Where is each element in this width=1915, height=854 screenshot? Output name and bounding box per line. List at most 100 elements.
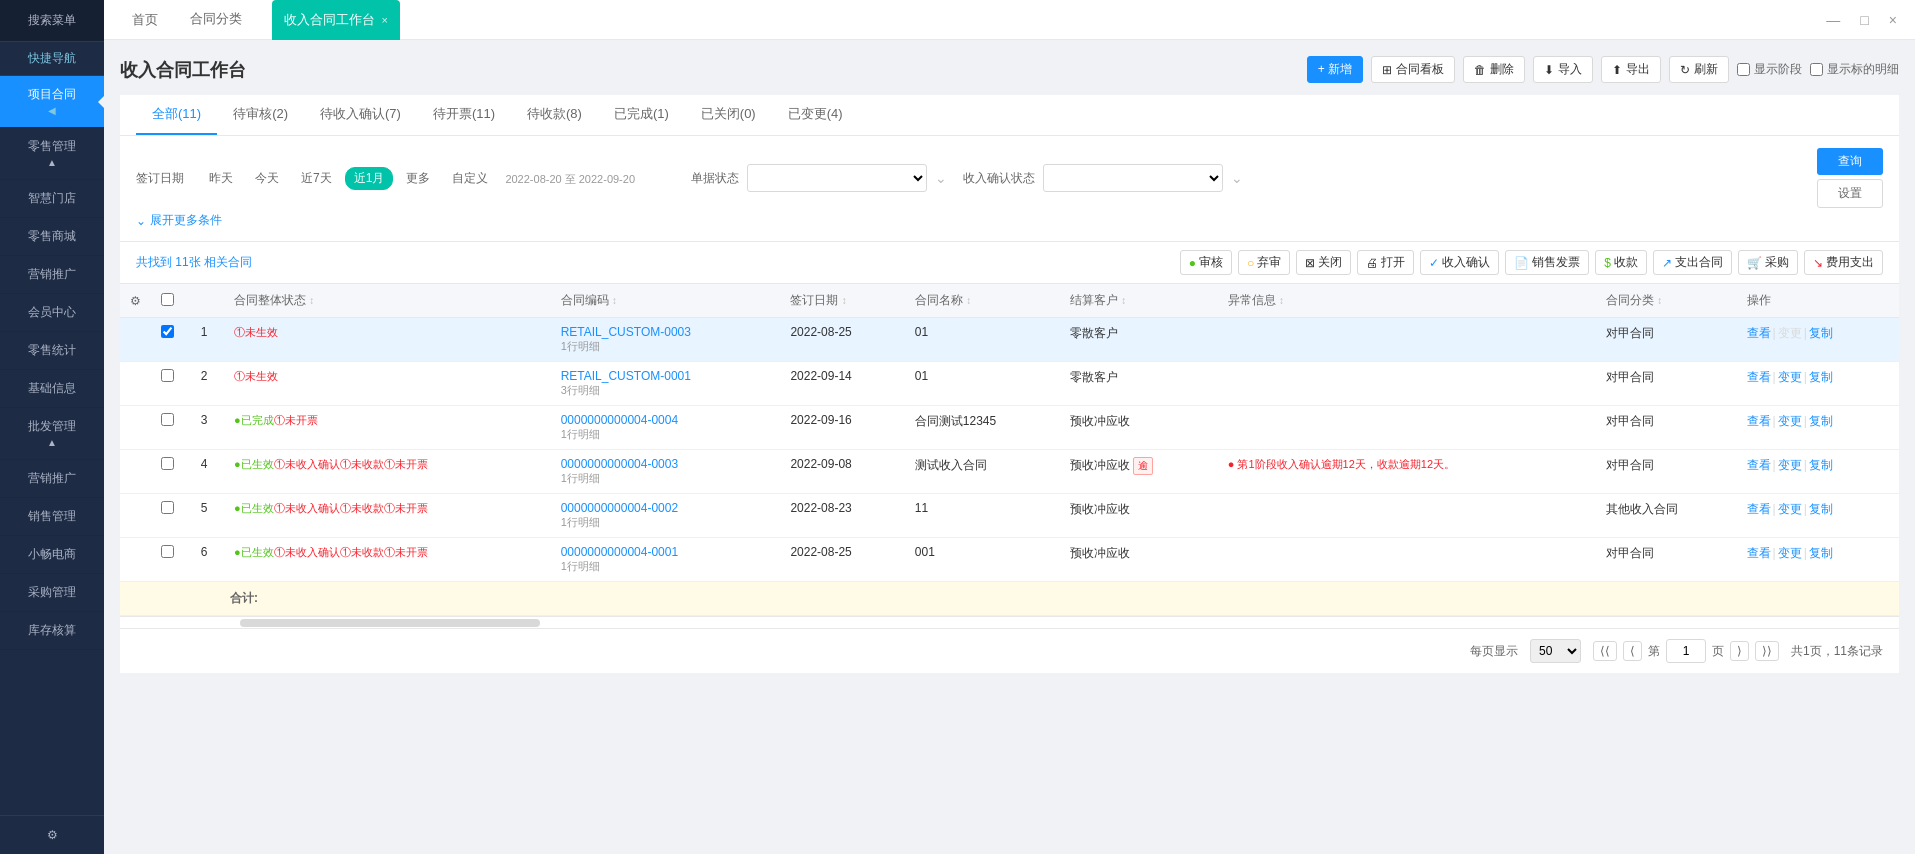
contract-link[interactable]: 0000000000004-0002 [561,501,678,515]
status-tab-pending-invoice[interactable]: 待开票(11) [417,95,511,135]
sort-date-icon[interactable]: ↕ [842,295,847,306]
row-checkbox[interactable] [161,413,174,426]
show-detail-checkbox[interactable] [1810,63,1823,76]
kanban-button[interactable]: ⊞ 合同看板 [1371,56,1455,83]
sidebar-item-basic-info[interactable]: 基础信息 [0,370,104,408]
current-page-input[interactable] [1666,639,1706,663]
select-all-checkbox[interactable] [161,293,174,306]
scrollbar-thumb[interactable] [240,619,540,627]
sort-name-icon[interactable]: ↕ [966,295,971,306]
contract-link[interactable]: 0000000000004-0001 [561,545,678,559]
contract-link[interactable]: 0000000000004-0003 [561,457,678,471]
row-checkbox[interactable] [161,325,174,338]
sort-abnormal-icon[interactable]: ↕ [1279,295,1284,306]
delete-button[interactable]: 🗑 删除 [1463,56,1525,83]
sidebar-item-sales-promo[interactable]: 营销推广 [0,460,104,498]
sidebar-search[interactable]: 搜索菜单 [0,0,104,42]
first-page-btn[interactable]: ⟨⟨ [1593,641,1617,661]
tab-close-income-contract[interactable]: × [381,0,387,40]
date-btn-today[interactable]: 今天 [246,167,288,190]
sidebar-item-project[interactable]: 项目合同 ◀ [0,76,104,128]
date-btn-more[interactable]: 更多 [397,167,439,190]
view-btn[interactable]: 查看 [1747,414,1771,428]
status-tab-closed[interactable]: 已关闭(0) [685,95,772,135]
prev-page-btn[interactable]: ⟨ [1623,641,1642,661]
sidebar-nav[interactable]: 快捷导航 [0,42,104,76]
show-stage-checkbox-label[interactable]: 显示阶段 [1737,61,1802,78]
export-button[interactable]: ⬆ 导出 [1601,56,1661,83]
sidebar-item-purchase[interactable]: 采购管理 [0,574,104,612]
date-btn-yesterday[interactable]: 昨天 [200,167,242,190]
view-btn[interactable]: 查看 [1747,546,1771,560]
page-size-select[interactable]: 50 10 20 100 [1530,639,1581,663]
contract-link[interactable]: 0000000000004-0004 [561,413,678,427]
income-confirm-btn[interactable]: ✓ 收入确认 [1420,250,1499,275]
sidebar-item-retail-stats[interactable]: 零售统计 [0,332,104,370]
edit-btn[interactable]: 变更 [1778,502,1802,516]
status-tab-pending-review[interactable]: 待审核(2) [217,95,304,135]
horizontal-scrollbar[interactable] [120,616,1899,628]
income-confirm-select[interactable] [1043,164,1223,192]
tab-income-contract[interactable]: 收入合同工作台 × [272,0,399,40]
date-btn-custom[interactable]: 自定义 [443,167,497,190]
sidebar-settings[interactable]: ⚙ [0,815,104,854]
tab-contract-category[interactable]: 合同分类 × [174,0,270,40]
status-tab-completed[interactable]: 已完成(1) [598,95,685,135]
contract-link[interactable]: RETAIL_CUSTOM-0001 [561,369,691,383]
status-tab-pending-payment[interactable]: 待收款(8) [511,95,598,135]
window-close-btn[interactable]: × [1883,10,1903,30]
abandon-btn[interactable]: ○ 弃审 [1238,250,1290,275]
last-page-btn[interactable]: ⟩⟩ [1755,641,1779,661]
sidebar-item-marketing[interactable]: 营销推广 [0,256,104,294]
sort-category-icon[interactable]: ↕ [1657,295,1662,306]
col-setting[interactable]: ⚙ [120,284,151,318]
expense-btn[interactable]: ↘ 费用支出 [1804,250,1883,275]
status-tab-pending-income-confirm[interactable]: 待收入确认(7) [304,95,417,135]
view-btn[interactable]: 查看 [1747,502,1771,516]
sort-code-icon[interactable]: ↕ [612,295,617,306]
window-restore-btn[interactable]: □ [1854,10,1874,30]
row-checkbox[interactable] [161,457,174,470]
review-btn[interactable]: ● 审核 [1180,250,1232,275]
sort-status-icon[interactable]: ↕ [309,295,314,306]
copy-btn[interactable]: 复制 [1809,370,1833,384]
copy-btn[interactable]: 复制 [1809,502,1833,516]
contract-link[interactable]: RETAIL_CUSTOM-0003 [561,325,691,339]
row-checkbox[interactable] [161,501,174,514]
sort-customer-icon[interactable]: ↕ [1121,295,1126,306]
show-detail-checkbox-label[interactable]: 显示标的明细 [1810,61,1899,78]
print-btn[interactable]: 🖨 打开 [1357,250,1414,275]
status-tab-all[interactable]: 全部(11) [136,95,217,135]
view-btn[interactable]: 查看 [1747,370,1771,384]
sidebar-item-ecom[interactable]: 小畅电商 [0,536,104,574]
close-btn[interactable]: ⊠ 关闭 [1296,250,1351,275]
sidebar-item-inventory[interactable]: 库存核算 [0,612,104,650]
edit-btn[interactable]: 变更 [1778,458,1802,472]
purchase-btn[interactable]: 🛒 采购 [1738,250,1798,275]
copy-btn[interactable]: 复制 [1809,546,1833,560]
doc-status-select[interactable] [747,164,927,192]
row-checkbox[interactable] [161,369,174,382]
edit-btn[interactable]: 变更 [1778,546,1802,560]
view-btn[interactable]: 查看 [1747,326,1771,340]
sidebar-item-member[interactable]: 会员中心 [0,294,104,332]
sales-invoice-btn[interactable]: 📄 销售发票 [1505,250,1589,275]
new-button[interactable]: + 新增 [1307,56,1363,83]
copy-btn[interactable]: 复制 [1809,326,1833,340]
expand-filter-btn[interactable]: ⌄ 展开更多条件 [136,212,1883,229]
view-btn[interactable]: 查看 [1747,458,1771,472]
copy-btn[interactable]: 复制 [1809,458,1833,472]
query-button[interactable]: 查询 [1817,148,1883,175]
window-minimize-btn[interactable]: — [1820,10,1846,30]
date-btn-last7[interactable]: 近7天 [292,167,341,190]
pay-contract-btn[interactable]: ↗ 支出合同 [1653,250,1732,275]
tab-home[interactable]: 首页 [116,0,174,40]
tab-close-contract-category[interactable]: × [248,0,254,39]
next-page-btn[interactable]: ⟩ [1730,641,1749,661]
refresh-button[interactable]: ↻ 刷新 [1669,56,1729,83]
copy-btn[interactable]: 复制 [1809,414,1833,428]
payment-btn[interactable]: $ 收款 [1595,250,1647,275]
import-button[interactable]: ⬇ 导入 [1533,56,1593,83]
status-tab-changed[interactable]: 已变更(4) [772,95,859,135]
set-button[interactable]: 设置 [1817,179,1883,208]
